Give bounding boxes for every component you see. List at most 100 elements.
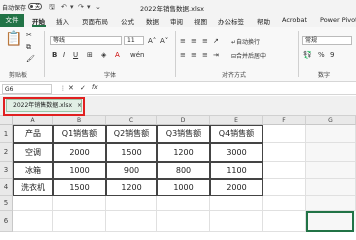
currency-icon[interactable]: 💱 xyxy=(303,51,312,59)
font-name-select[interactable]: 等线 xyxy=(50,36,122,45)
cell-a5[interactable] xyxy=(13,196,53,211)
tab-data[interactable]: 数据 xyxy=(146,16,159,26)
row-header-1[interactable]: 1 xyxy=(0,125,13,143)
cell-c5[interactable] xyxy=(106,196,157,211)
cell-f6[interactable] xyxy=(263,211,306,232)
name-box[interactable]: G6 xyxy=(2,84,52,94)
tab-help[interactable]: 帮助 xyxy=(257,16,270,26)
fill-color-icon[interactable]: ◈ xyxy=(101,51,106,59)
tab-formulas[interactable]: 公式 xyxy=(121,16,134,26)
column-header-e[interactable]: E xyxy=(210,116,263,125)
tab-file[interactable]: 文件 xyxy=(0,14,24,27)
autosave-toggle[interactable]: 关 xyxy=(28,3,42,10)
cell-f3[interactable] xyxy=(263,162,306,179)
table-cell[interactable]: 1000 xyxy=(157,179,210,196)
bold-icon[interactable]: B xyxy=(52,51,57,59)
table-cell[interactable]: 2000 xyxy=(210,179,263,196)
increase-font-icon[interactable]: A˄ xyxy=(148,37,156,45)
tab-view[interactable]: 视图 xyxy=(194,16,207,26)
cell-e6[interactable] xyxy=(210,211,263,232)
enter-icon[interactable]: ✓ xyxy=(80,84,86,92)
cell-g5[interactable] xyxy=(306,196,356,211)
align-bottom-icon[interactable]: ≡ xyxy=(202,37,208,45)
cell-a6[interactable] xyxy=(13,211,53,232)
redo-dropdown-icon[interactable]: ▾ xyxy=(87,3,91,11)
font-size-select[interactable]: 11 xyxy=(124,36,144,45)
cell-g4[interactable] xyxy=(306,179,356,196)
cell-g1[interactable] xyxy=(306,125,356,143)
cell-b5[interactable] xyxy=(53,196,106,211)
row-header-4[interactable]: 4 xyxy=(0,179,13,196)
decrease-font-icon[interactable]: A˅ xyxy=(160,37,168,45)
cell-f1[interactable] xyxy=(263,125,306,143)
table-header-cell[interactable]: Q3销售额 xyxy=(157,125,210,143)
cancel-icon[interactable]: ✕ xyxy=(68,84,74,92)
orientation-icon[interactable]: ↗ xyxy=(213,37,219,45)
cell-g3[interactable] xyxy=(306,162,356,179)
customize-toolbar-icon[interactable]: ⌄ xyxy=(95,3,101,11)
table-header-cell[interactable]: Q4销售额 xyxy=(210,125,263,143)
tab-insert[interactable]: 插入 xyxy=(56,16,69,26)
cell-b6[interactable] xyxy=(53,211,106,232)
row-header-6[interactable]: 6 xyxy=(0,211,13,232)
cell-f2[interactable] xyxy=(263,143,306,162)
row-header-2[interactable]: 2 xyxy=(0,143,13,162)
table-header-cell[interactable]: Q2销售额 xyxy=(106,125,157,143)
cut-icon[interactable]: ✂ xyxy=(26,31,32,39)
row-header-5[interactable]: 5 xyxy=(0,196,13,211)
tab-review[interactable]: 审阅 xyxy=(170,16,183,26)
table-cell[interactable]: 空调 xyxy=(13,143,53,162)
copy-icon[interactable]: ⧉ xyxy=(26,43,31,52)
tab-power-pivot[interactable]: Power Pivot xyxy=(320,16,356,24)
column-header-a[interactable]: A xyxy=(13,116,53,125)
table-cell[interactable]: 3000 xyxy=(210,143,263,162)
table-header-cell[interactable]: Q1销售额 xyxy=(53,125,106,143)
merge-center-button[interactable]: ⊟合并后居中 xyxy=(231,51,266,60)
table-cell[interactable]: 冰箱 xyxy=(13,162,53,179)
column-header-f[interactable]: F xyxy=(263,116,306,125)
row-header-3[interactable]: 3 xyxy=(0,162,13,179)
table-header-cell[interactable]: 产品 xyxy=(13,125,53,143)
column-header-d[interactable]: D xyxy=(157,116,210,125)
redo-icon[interactable]: ↷ xyxy=(78,3,84,11)
tab-page-layout[interactable]: 页面布局 xyxy=(82,16,108,26)
cell-d5[interactable] xyxy=(157,196,210,211)
table-cell[interactable]: 1200 xyxy=(157,143,210,162)
wrap-text-button[interactable]: ↵自动换行 xyxy=(231,37,260,46)
column-header-g[interactable]: G xyxy=(306,116,356,125)
tab-acrobat[interactable]: Acrobat xyxy=(282,16,307,24)
percent-icon[interactable]: % xyxy=(318,51,325,59)
comma-icon[interactable]: 9 xyxy=(330,51,334,59)
cell-f5[interactable] xyxy=(263,196,306,211)
border-icon[interactable]: ⊞ xyxy=(87,51,93,59)
font-color-icon[interactable]: A xyxy=(115,51,120,59)
cell-g2[interactable] xyxy=(306,143,356,162)
select-all-corner[interactable] xyxy=(0,116,13,125)
active-cell-g6[interactable] xyxy=(306,211,354,232)
align-top-icon[interactable]: ≡ xyxy=(180,37,186,45)
table-cell[interactable]: 2000 xyxy=(53,143,106,162)
paste-icon[interactable]: 📋 xyxy=(5,31,22,47)
column-header-c[interactable]: C xyxy=(106,116,157,125)
cell-c6[interactable] xyxy=(106,211,157,232)
format-painter-icon[interactable]: 🖌 xyxy=(26,55,35,63)
align-middle-icon[interactable]: ≡ xyxy=(191,37,197,45)
underline-icon[interactable]: U xyxy=(73,51,78,59)
phonetic-icon[interactable]: wén xyxy=(130,51,144,59)
table-cell[interactable]: 1000 xyxy=(53,162,106,179)
italic-icon[interactable]: I xyxy=(63,51,65,59)
undo-icon[interactable]: ↶ xyxy=(61,3,67,11)
insert-function-icon[interactable]: fx xyxy=(92,84,98,91)
cell-e5[interactable] xyxy=(210,196,263,211)
table-cell[interactable]: 洗衣机 xyxy=(13,179,53,196)
align-right-icon[interactable]: ≡ xyxy=(202,51,208,59)
cell-f4[interactable] xyxy=(263,179,306,196)
formula-input[interactable] xyxy=(105,84,350,94)
table-cell[interactable]: 1500 xyxy=(53,179,106,196)
indent-icon[interactable]: ⇥ xyxy=(213,51,219,59)
align-center-icon[interactable]: ≡ xyxy=(191,51,197,59)
align-left-icon[interactable]: ≡ xyxy=(180,51,186,59)
table-cell[interactable]: 1500 xyxy=(106,143,157,162)
tab-office-tab[interactable]: 办公标签 xyxy=(218,16,244,26)
table-cell[interactable]: 1200 xyxy=(106,179,157,196)
